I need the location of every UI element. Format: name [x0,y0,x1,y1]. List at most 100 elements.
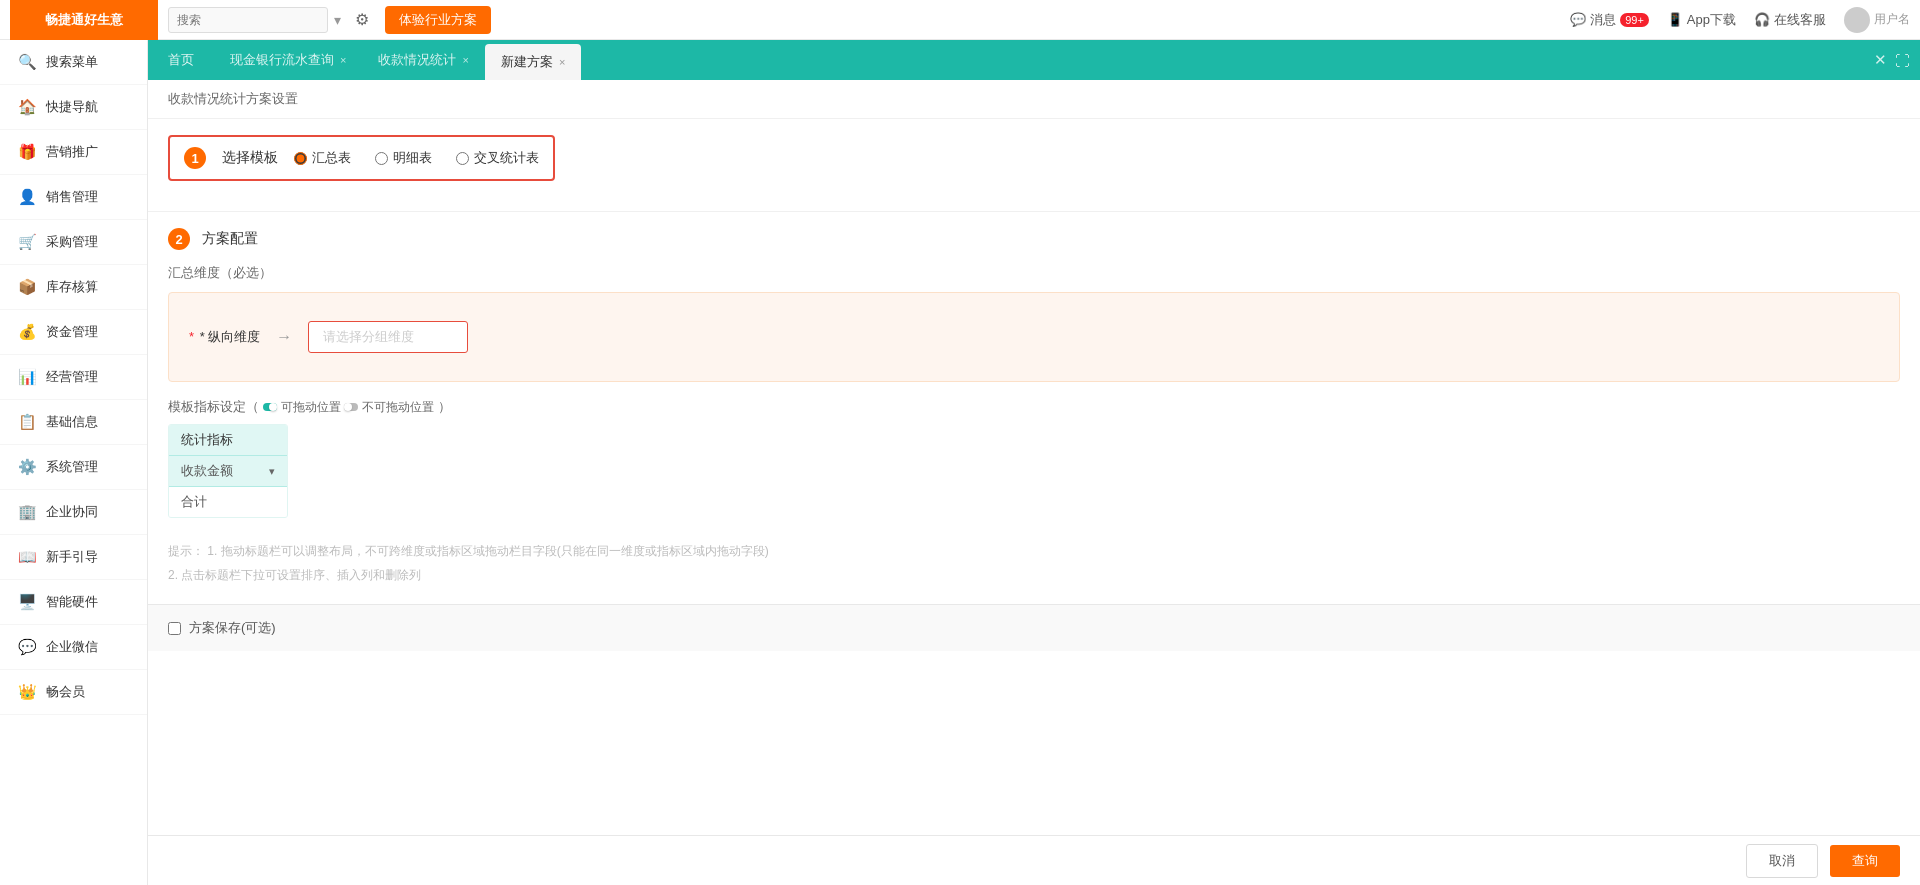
download-item[interactable]: 📱 App下载 [1667,11,1736,29]
sidebar-item-hardware[interactable]: 🖥️ 智能硬件 [0,580,147,625]
tab-receipt[interactable]: 收款情况统计 × [362,40,484,80]
movable-dot-off [344,403,358,411]
tab-newplan[interactable]: 新建方案 × [485,44,581,80]
stat-header-label: 统计指标 [181,431,233,449]
cancel-button[interactable]: 取消 [1746,844,1818,878]
step1-row: 1 选择模板 汇总表 明细表 [168,135,1900,181]
page-content: 收款情况统计方案设置 1 选择模板 汇总表 [148,80,1920,835]
query-button[interactable]: 查询 [1830,845,1900,877]
sidebar-label-wechat: 企业微信 [46,638,98,656]
chat-label: 在线客服 [1774,11,1826,29]
search-icon: 🔍 [18,53,36,71]
trial-button[interactable]: 体验行业方案 [385,6,491,34]
clipboard-icon: 📋 [18,413,36,431]
sidebar-item-nav[interactable]: 🏠 快捷导航 [0,85,147,130]
settings-icon: ⚙️ [18,458,36,476]
download-label: App下载 [1687,11,1736,29]
sidebar-item-inventory[interactable]: 📦 库存核算 [0,265,147,310]
message-label: 消息 [1590,11,1616,29]
chart-icon: 📊 [18,368,36,386]
tab-newplan-close[interactable]: × [559,56,565,68]
radio-detail[interactable]: 明细表 [375,149,432,167]
unmovable-label: 不可拖动位置 [362,399,434,416]
sidebar-item-system[interactable]: ⚙️ 系统管理 [0,445,147,490]
gear-icon[interactable]: ⚙ [355,10,369,29]
money-icon: 💰 [18,323,36,341]
search-input[interactable] [168,7,328,33]
sidebar-label-finance: 资金管理 [46,323,98,341]
stats-table: 统计指标 收款金额 ▾ 合计 [168,424,288,518]
page-inner: 收款情况统计方案设置 1 选择模板 汇总表 [148,80,1920,835]
user-area[interactable]: 用户名 [1844,7,1910,33]
tab-cashflow-close[interactable]: × [340,54,346,66]
step2-section: 2 方案配置 汇总维度（必选） * * 纵向维度 → 请选择分组维度 [148,211,1920,604]
sidebar-label-search: 搜索菜单 [46,53,98,71]
sidebar-label-basic: 基础信息 [46,413,98,431]
radio-group-template: 汇总表 明细表 交叉统计表 [294,149,539,167]
sidebar-label-member: 畅会员 [46,683,85,701]
step1-section: 1 选择模板 汇总表 明细表 [148,119,1920,211]
indicator-section: 模板指标设定（ 可拖动位置 不可拖动位置 ） [168,398,1900,521]
radio-summary[interactable]: 汇总表 [294,149,351,167]
message-icon: 💬 [1570,12,1586,27]
book-icon: 📖 [18,548,36,566]
tab-home[interactable]: 首页 [148,51,214,69]
total-label: 合计 [181,494,207,509]
radio-summary-input[interactable] [294,152,307,165]
col-label: 收款金额 [181,462,233,480]
sidebar-label-guide: 新手引导 [46,548,98,566]
sidebar-item-enterprise[interactable]: 🏢 企业协同 [0,490,147,535]
sidebar-item-purchase[interactable]: 🛒 采购管理 [0,220,147,265]
main-layout: 🔍 搜索菜单 🏠 快捷导航 🎁 营销推广 👤 销售管理 🛒 采购管理 📦 库存核… [0,40,1920,885]
person-icon: 👤 [18,188,36,206]
tab-receipt-close[interactable]: × [462,54,468,66]
tab-home-label: 首页 [168,52,194,67]
sidebar-item-wechat[interactable]: 💬 企业微信 [0,625,147,670]
message-item[interactable]: 💬 消息 99+ [1570,11,1649,29]
tip-title: 提示： 1. 拖动标题栏可以调整布局，不可跨维度或指标区域拖动栏目字段(只能在同… [168,541,1900,563]
maximize-icon[interactable]: ⛶ [1895,52,1910,69]
radio-detail-label: 明细表 [393,149,432,167]
wechat-icon: 💬 [18,638,36,656]
breadcrumb: 收款情况统计方案设置 [148,80,1920,119]
movable-dot-on [263,403,277,411]
sidebar-item-basic[interactable]: 📋 基础信息 [0,400,147,445]
logo-area: 畅捷通好生意 [10,0,158,40]
sidebar-label-system: 系统管理 [46,458,98,476]
sidebar-label-enterprise: 企业协同 [46,503,98,521]
dropdown-arrow-icon[interactable]: ▾ [334,12,341,28]
stats-total-row: 合计 [169,487,287,517]
radio-cross-input[interactable] [456,152,469,165]
sidebar-label-marketing: 营销推广 [46,143,98,161]
vertical-dim-text: * 纵向维度 [200,329,261,344]
dim-select-box[interactable]: 请选择分组维度 [308,321,468,353]
tab-cashflow[interactable]: 现金银行流水查询 × [214,40,362,80]
chat-icon: 🎧 [1754,12,1770,27]
save-checkbox[interactable] [168,622,181,635]
sidebar-item-member[interactable]: 👑 畅会员 [0,670,147,715]
tab-cashflow-label: 现金银行流水查询 [230,51,334,69]
sidebar-item-finance[interactable]: 💰 资金管理 [0,310,147,355]
sidebar-item-marketing[interactable]: 🎁 营销推广 [0,130,147,175]
tip-item-2: 2. 点击标题栏下拉可设置排序、插入列和删除列 [168,565,1900,587]
sidebar-item-guide[interactable]: 📖 新手引导 [0,535,147,580]
tab-bar: 首页 现金银行流水查询 × 收款情况统计 × 新建方案 × ✕ ⛶ [148,40,1920,80]
tab-newplan-label: 新建方案 [501,53,553,71]
chat-item[interactable]: 🎧 在线客服 [1754,11,1826,29]
monitor-icon: 🖥️ [18,593,36,611]
arrow-icon: → [276,328,292,346]
sidebar-label-inventory: 库存核算 [46,278,98,296]
sidebar-item-search[interactable]: 🔍 搜索菜单 [0,40,147,85]
step1-label: 选择模板 [222,149,278,167]
sidebar-item-sales[interactable]: 👤 销售管理 [0,175,147,220]
bottom-bar: 取消 查询 [148,835,1920,885]
sidebar-label-nav: 快捷导航 [46,98,98,116]
col-dropdown-icon[interactable]: ▾ [269,465,275,478]
crown-icon: 👑 [18,683,36,701]
radio-cross[interactable]: 交叉统计表 [456,149,539,167]
download-icon: 📱 [1667,12,1683,27]
close-window-icon[interactable]: ✕ [1874,51,1887,69]
indicator-header: 模板指标设定（ 可拖动位置 不可拖动位置 ） [168,398,1900,416]
radio-detail-input[interactable] [375,152,388,165]
sidebar-item-operation[interactable]: 📊 经营管理 [0,355,147,400]
